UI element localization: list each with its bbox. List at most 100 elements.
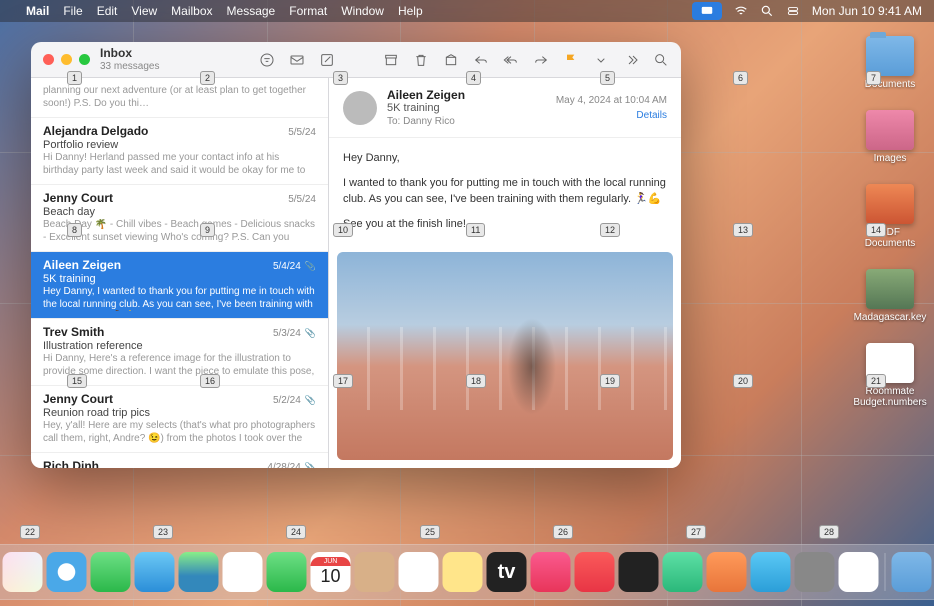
- menu-mailbox[interactable]: Mailbox: [171, 4, 212, 18]
- msg-preview: planning our next adventure (or at least…: [43, 85, 316, 110]
- reader-subject: 5K training: [387, 102, 465, 114]
- desktop-item[interactable]: Roommate Budget.numbers: [854, 343, 926, 408]
- delete-icon[interactable]: [413, 52, 429, 68]
- desktop-item[interactable]: PDF Documents: [854, 184, 926, 249]
- message-row[interactable]: Rich Dinh4/28/24📎Trip to Zion National P…: [31, 453, 328, 468]
- to-label: To:: [387, 116, 400, 127]
- compose-icon[interactable]: [319, 52, 335, 68]
- forward-icon[interactable]: [533, 52, 549, 68]
- dock-launchpad[interactable]: [3, 552, 43, 592]
- grid-marker: 13: [733, 223, 753, 237]
- dock-numbers[interactable]: [663, 552, 703, 592]
- desktop-item[interactable]: Documents: [854, 36, 926, 90]
- msg-date: 5/5/24: [288, 194, 316, 205]
- desktop-item[interactable]: Madagascar.key: [854, 269, 926, 323]
- message-row[interactable]: Jenny Court 5/5/24Beach dayBeach Day 🌴 - …: [31, 185, 328, 252]
- dock-news[interactable]: [575, 552, 615, 592]
- menu-file[interactable]: File: [63, 4, 82, 18]
- dock-notes[interactable]: [443, 552, 483, 592]
- desktop-item-label: PDF Documents: [854, 227, 926, 249]
- dock-mail[interactable]: [135, 552, 175, 592]
- menu-format[interactable]: Format: [289, 4, 327, 18]
- msg-preview: Hey Danny, I wanted to thank you for put…: [43, 286, 316, 311]
- msg-preview: Hi Danny, Here's a reference image for t…: [43, 353, 316, 378]
- more-icon[interactable]: [623, 52, 639, 68]
- reader-timestamp: May 4, 2024 at 10:04 AM: [556, 95, 667, 106]
- control-center-icon[interactable]: [786, 4, 800, 18]
- attachment-icon: 📎: [305, 261, 316, 271]
- desktop-item[interactable]: Images: [854, 110, 926, 164]
- dock-stocks[interactable]: [619, 552, 659, 592]
- app-name[interactable]: Mail: [26, 4, 49, 18]
- reply-all-icon[interactable]: [503, 52, 519, 68]
- message-row[interactable]: Jenny Court5/2/24📎Reunion road trip pics…: [31, 386, 328, 453]
- reader-from: Aileen Zeigen: [387, 88, 465, 102]
- message-row[interactable]: Trev Smith5/3/24📎Illustration referenceH…: [31, 319, 328, 386]
- message-row[interactable]: Alejandra Delgado5/5/24Portfolio reviewH…: [31, 118, 328, 185]
- dock-safari[interactable]: [47, 552, 87, 592]
- screen-share-icon[interactable]: [692, 2, 722, 20]
- dock: JUN10 tv: [0, 544, 934, 600]
- filter-icon[interactable]: [259, 52, 275, 68]
- junk-icon[interactable]: [443, 52, 459, 68]
- message-row[interactable]: planning our next adventure (or at least…: [31, 78, 328, 118]
- grid-marker: 27: [686, 525, 706, 539]
- menu-help[interactable]: Help: [398, 4, 423, 18]
- menu-edit[interactable]: Edit: [97, 4, 118, 18]
- clock[interactable]: Mon Jun 10 9:41 AM: [812, 4, 922, 18]
- attachment-icon: 📎: [305, 395, 316, 405]
- dock-iphone-mirror[interactable]: [839, 552, 879, 592]
- attachment-icon: 📎: [305, 328, 316, 338]
- wifi-icon[interactable]: [734, 4, 748, 18]
- dock-settings[interactable]: [795, 552, 835, 592]
- menu-view[interactable]: View: [131, 4, 157, 18]
- window-controls: [43, 54, 90, 65]
- grid-marker: 25: [420, 525, 440, 539]
- dock-pages[interactable]: [707, 552, 747, 592]
- msg-date: 4/28/24📎: [267, 462, 316, 468]
- msg-subject: Beach day: [43, 206, 316, 218]
- chevron-down-icon[interactable]: [593, 52, 609, 68]
- message-count: 33 messages: [100, 61, 159, 72]
- dock-maps[interactable]: [179, 552, 219, 592]
- desktop-icons: Documents Images PDF Documents Madagascar.k…: [854, 36, 926, 408]
- dock-contacts[interactable]: [355, 552, 395, 592]
- message-list[interactable]: planning our next adventure (or at least…: [31, 78, 329, 468]
- dock-reminders[interactable]: [399, 552, 439, 592]
- details-link[interactable]: Details: [556, 110, 667, 121]
- dock-messages[interactable]: [91, 552, 131, 592]
- menu-message[interactable]: Message: [227, 4, 276, 18]
- search-icon[interactable]: [760, 4, 774, 18]
- reply-icon[interactable]: [473, 52, 489, 68]
- menu-window[interactable]: Window: [341, 4, 384, 18]
- desktop-item-label: Madagascar.key: [854, 312, 927, 323]
- msg-date: 5/5/24: [288, 127, 316, 138]
- dock-appstore[interactable]: [751, 552, 791, 592]
- minimize-button[interactable]: [61, 54, 72, 65]
- dock-facetime[interactable]: [267, 552, 307, 592]
- msg-date: 5/2/24📎: [273, 395, 316, 406]
- dock-music[interactable]: [531, 552, 571, 592]
- attachment-image[interactable]: [337, 252, 673, 460]
- message-row[interactable]: Aileen Zeigen5/4/24📎5K trainingHey Danny…: [31, 252, 328, 319]
- flag-icon[interactable]: [563, 52, 579, 68]
- archive-icon[interactable]: [383, 52, 399, 68]
- close-button[interactable]: [43, 54, 54, 65]
- msg-date: 5/3/24📎: [273, 328, 316, 339]
- grid-marker: 22: [20, 525, 40, 539]
- attachment-icon: 📎: [305, 462, 316, 468]
- zoom-button[interactable]: [79, 54, 90, 65]
- compose-envelope-icon[interactable]: [289, 52, 305, 68]
- dock-tv[interactable]: tv: [487, 552, 527, 592]
- msg-from: Jenny Court: [43, 392, 113, 406]
- msg-date: 5/4/24📎: [273, 261, 316, 272]
- reader-body: Hey Danny,I wanted to thank you for putt…: [329, 138, 681, 252]
- dock-downloads[interactable]: [892, 552, 932, 592]
- msg-from: Trev Smith: [43, 325, 104, 339]
- msg-preview: Beach Day 🌴 - Chill vibes - Beach games …: [43, 219, 316, 244]
- dock-photos[interactable]: [223, 552, 263, 592]
- dock-calendar[interactable]: JUN10: [311, 552, 351, 592]
- grid-marker: 6: [733, 71, 748, 85]
- msg-from: Jenny Court: [43, 191, 113, 205]
- search-mail-icon[interactable]: [653, 52, 669, 68]
